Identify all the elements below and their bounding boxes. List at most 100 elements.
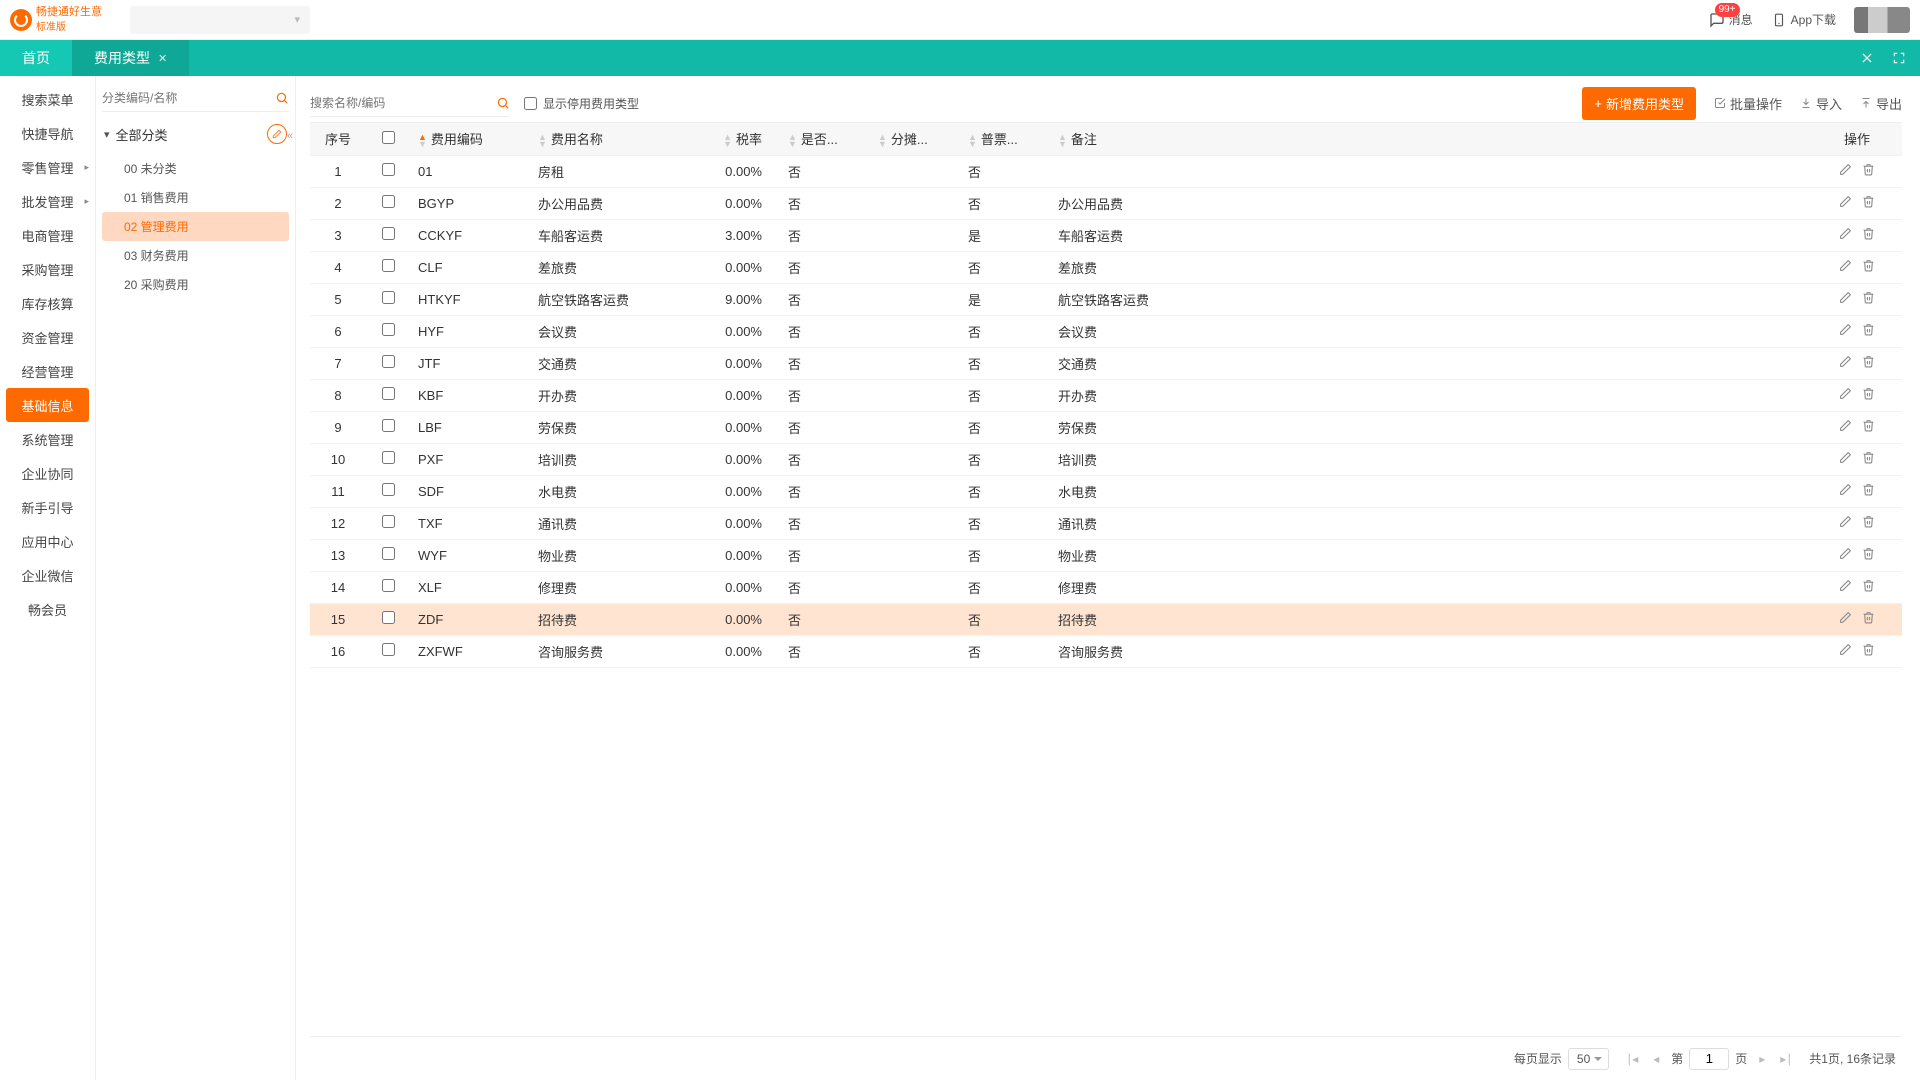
tab-home[interactable]: 首页 (0, 40, 72, 76)
nav-item[interactable]: 电商管理 (0, 218, 95, 252)
tab-expense-type[interactable]: 费用类型 ✕ (72, 40, 189, 76)
th-select-all[interactable] (366, 123, 410, 155)
table-row[interactable]: 8KBF开办费0.00%否否开办费 (310, 379, 1902, 411)
nav-item[interactable]: 搜索菜单 (0, 82, 95, 116)
select-all-checkbox[interactable] (382, 131, 395, 144)
edit-icon[interactable] (1839, 387, 1852, 400)
row-checkbox[interactable] (382, 579, 395, 592)
nav-item[interactable]: 采购管理 (0, 252, 95, 286)
th-code[interactable]: ▲▼费用编码 (410, 123, 530, 155)
row-checkbox[interactable] (382, 195, 395, 208)
table-row[interactable]: 101房租0.00%否否 (310, 155, 1902, 187)
last-page-button[interactable]: ▸∣ (1777, 1050, 1795, 1068)
table-row[interactable]: 5HTKYF航空铁路客运费9.00%否是航空铁路客运费 (310, 283, 1902, 315)
category-item[interactable]: 20 采购费用 (102, 270, 289, 299)
add-button[interactable]: + 新增费用类型 (1582, 87, 1696, 120)
edit-icon[interactable] (1839, 323, 1852, 336)
th-bool2[interactable]: ▲▼分摊... (870, 123, 960, 155)
category-item[interactable]: 03 财务费用 (102, 241, 289, 270)
row-checkbox[interactable] (382, 643, 395, 656)
delete-icon[interactable] (1862, 387, 1875, 400)
delete-icon[interactable] (1862, 323, 1875, 336)
nav-item[interactable]: 库存核算 (0, 286, 95, 320)
th-bool1[interactable]: ▲▼是否... (780, 123, 870, 155)
tab-close-all-button[interactable] (1854, 45, 1880, 71)
nav-item[interactable]: 资金管理 (0, 320, 95, 354)
table-row[interactable]: 15ZDF招待费0.00%否否招待费 (310, 603, 1902, 635)
app-download-button[interactable]: App下载 (1771, 11, 1836, 28)
table-row[interactable]: 10PXF培训费0.00%否否培训费 (310, 443, 1902, 475)
table-wrap[interactable]: 序号 ▲▼费用编码 ▲▼费用名称 ▲▼税率 ▲▼是否... ▲▼分摊... ▲▼… (310, 122, 1902, 1036)
delete-icon[interactable] (1862, 195, 1875, 208)
row-checkbox[interactable] (382, 387, 395, 400)
category-item[interactable]: 00 未分类 (102, 154, 289, 183)
next-page-button[interactable]: ▸ (1753, 1050, 1771, 1068)
delete-icon[interactable] (1862, 419, 1875, 432)
table-row[interactable]: 3CCKYF车船客运费3.00%否是车船客运费 (310, 219, 1902, 251)
show-disabled-checkbox[interactable]: 显示停用费用类型 (524, 95, 639, 112)
edit-icon[interactable] (1839, 451, 1852, 464)
search-icon[interactable] (496, 96, 510, 110)
export-button[interactable]: 导出 (1860, 94, 1902, 113)
table-search-input[interactable] (310, 96, 496, 110)
nav-item[interactable]: 畅会员 (0, 592, 95, 626)
table-row[interactable]: 11SDF水电费0.00%否否水电费 (310, 475, 1902, 507)
row-checkbox[interactable] (382, 291, 395, 304)
delete-icon[interactable] (1862, 579, 1875, 592)
th-remark[interactable]: ▲▼备注 (1050, 123, 1812, 155)
delete-icon[interactable] (1862, 355, 1875, 368)
table-row[interactable]: 7JTF交通费0.00%否否交通费 (310, 347, 1902, 379)
delete-icon[interactable] (1862, 291, 1875, 304)
category-item[interactable]: 02 管理费用 (102, 212, 289, 241)
table-row[interactable]: 4CLF差旅费0.00%否否差旅费 (310, 251, 1902, 283)
nav-item[interactable]: 企业协同 (0, 456, 95, 490)
row-checkbox[interactable] (382, 419, 395, 432)
table-row[interactable]: 13WYF物业费0.00%否否物业费 (310, 539, 1902, 571)
delete-icon[interactable] (1862, 483, 1875, 496)
edit-icon[interactable] (1839, 227, 1852, 240)
messages-button[interactable]: 99+ 消息 (1709, 11, 1753, 28)
avatar[interactable] (1854, 7, 1910, 33)
nav-item[interactable]: 快捷导航 (0, 116, 95, 150)
close-icon[interactable]: ✕ (158, 52, 167, 65)
edit-icon[interactable] (1839, 355, 1852, 368)
prev-page-button[interactable]: ◂ (1647, 1050, 1665, 1068)
table-row[interactable]: 6HYF会议费0.00%否否会议费 (310, 315, 1902, 347)
edit-icon[interactable] (1839, 195, 1852, 208)
first-page-button[interactable]: ∣◂ (1623, 1050, 1641, 1068)
row-checkbox[interactable] (382, 227, 395, 240)
nav-item[interactable]: 批发管理▸ (0, 184, 95, 218)
th-bool3[interactable]: ▲▼普票... (960, 123, 1050, 155)
table-row[interactable]: 16ZXFWF咨询服务费0.00%否否咨询服务费 (310, 635, 1902, 667)
th-rate[interactable]: ▲▼税率 (700, 123, 780, 155)
panel-collapse-button[interactable]: « (283, 124, 297, 148)
table-row[interactable]: 12TXF通讯费0.00%否否通讯费 (310, 507, 1902, 539)
edit-icon[interactable] (1839, 291, 1852, 304)
table-row[interactable]: 9LBF劳保费0.00%否否劳保费 (310, 411, 1902, 443)
import-button[interactable]: 导入 (1800, 94, 1842, 113)
org-selector[interactable]: ▾ (130, 6, 310, 34)
search-icon[interactable] (275, 91, 289, 105)
category-item[interactable]: 01 销售费用 (102, 183, 289, 212)
delete-icon[interactable] (1862, 547, 1875, 560)
delete-icon[interactable] (1862, 643, 1875, 656)
row-checkbox[interactable] (382, 163, 395, 176)
edit-icon[interactable] (1839, 419, 1852, 432)
category-all[interactable]: ▾ 全部分类 (102, 118, 289, 150)
fullscreen-button[interactable] (1886, 45, 1912, 71)
delete-icon[interactable] (1862, 259, 1875, 272)
show-disabled-input[interactable] (524, 97, 537, 110)
edit-icon[interactable] (1839, 483, 1852, 496)
row-checkbox[interactable] (382, 515, 395, 528)
delete-icon[interactable] (1862, 611, 1875, 624)
edit-icon[interactable] (1839, 547, 1852, 560)
edit-icon[interactable] (1839, 643, 1852, 656)
th-seq[interactable]: 序号 (310, 123, 366, 155)
nav-item[interactable]: 基础信息 (6, 388, 89, 422)
nav-item[interactable]: 零售管理▸ (0, 150, 95, 184)
row-checkbox[interactable] (382, 611, 395, 624)
row-checkbox[interactable] (382, 547, 395, 560)
row-checkbox[interactable] (382, 355, 395, 368)
category-search-input[interactable] (102, 91, 275, 105)
batch-button[interactable]: 批量操作 (1714, 94, 1782, 113)
